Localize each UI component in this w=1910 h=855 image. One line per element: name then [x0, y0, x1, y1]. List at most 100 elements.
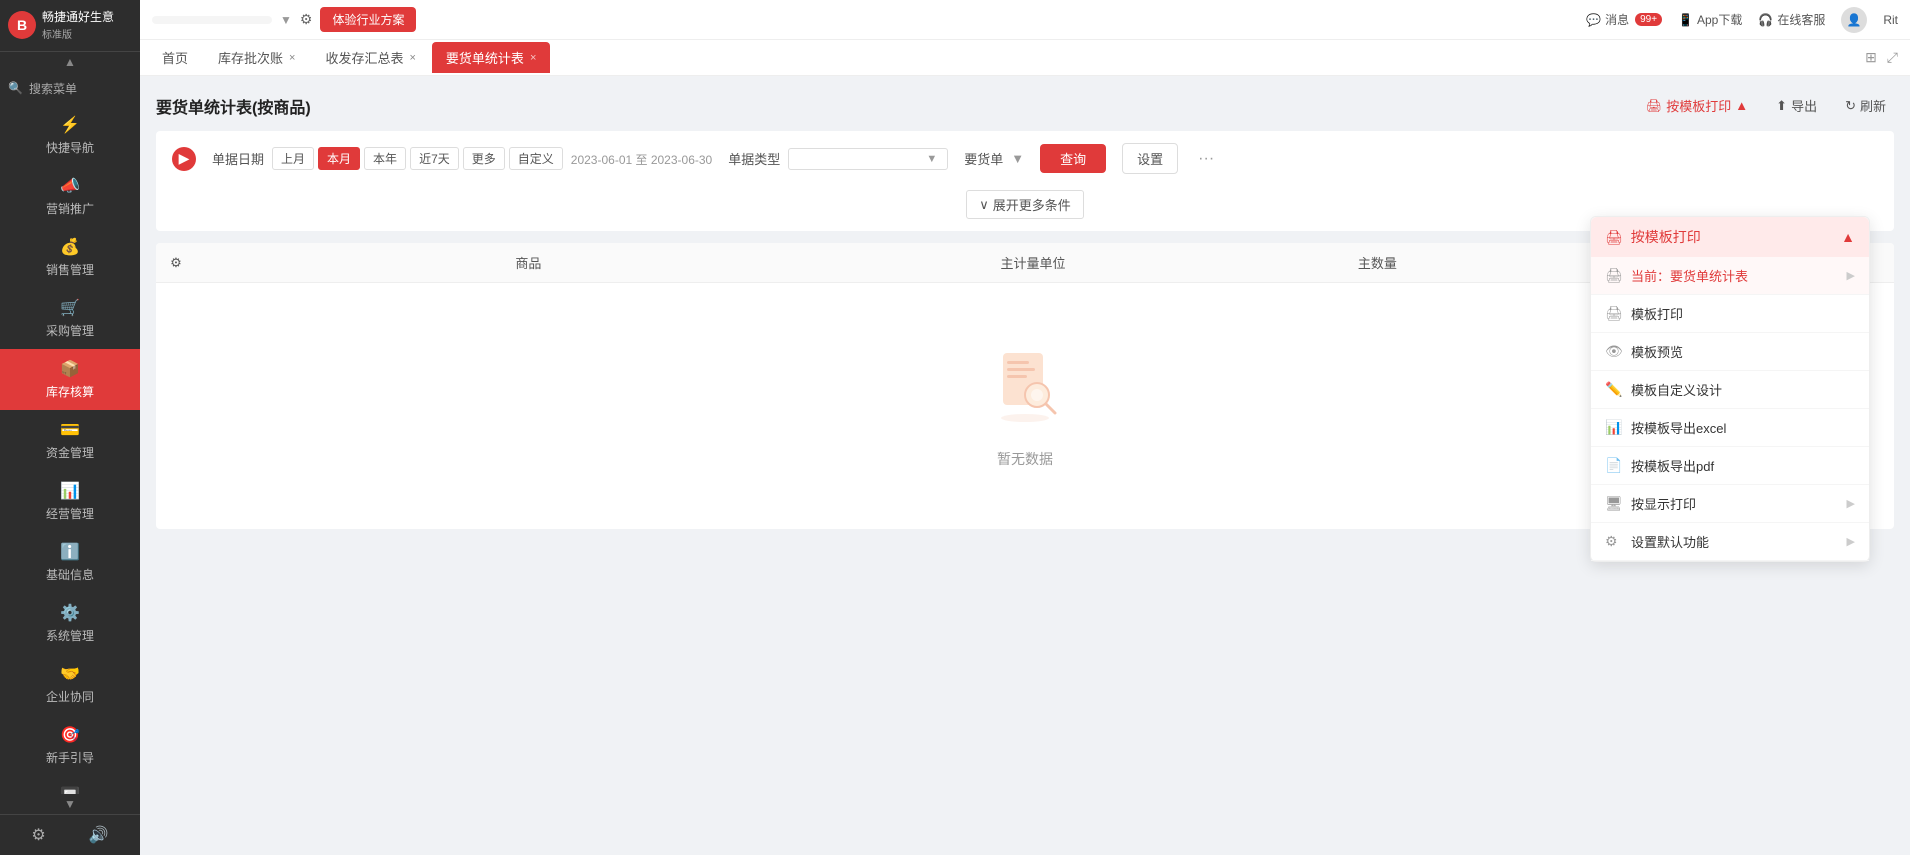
current-template-arrow: ▶	[1847, 269, 1855, 282]
download-icon: 📱	[1678, 13, 1693, 27]
settings-btn[interactable]: 设置	[1122, 143, 1178, 174]
apps-icon: 🔲	[60, 786, 80, 794]
date-btn-more[interactable]: 更多	[463, 147, 505, 170]
dropdown-item-set-default[interactable]: ⚙ 设置默认功能 ▶	[1591, 523, 1869, 561]
th-unit: 主计量单位	[861, 253, 1205, 272]
online-service-btn[interactable]: 🎧 在线客服	[1758, 11, 1825, 28]
tab-expand-btn[interactable]: ⊞	[1861, 45, 1881, 70]
print-dropdown-icon: 🖨	[1605, 229, 1623, 246]
print-dropdown-close-icon[interactable]: ▲	[1841, 229, 1855, 245]
sidebar-item-label: 新手引导	[46, 749, 94, 766]
refresh-btn[interactable]: ↻ 刷新	[1837, 92, 1894, 119]
date-btn-custom[interactable]: 自定义	[509, 147, 563, 170]
message-icon: 💬	[1586, 13, 1601, 27]
printer-icon: 🖨	[1646, 98, 1663, 114]
scroll-up-btn[interactable]: ▲	[0, 52, 140, 72]
dropdown-item-export-pdf[interactable]: 📄 按模板导出pdf	[1591, 447, 1869, 485]
current-template-label: 当前：要货单统计表	[1631, 266, 1748, 285]
topbar-gear-icon[interactable]: ⚙	[300, 11, 313, 28]
tab-order-stats-close[interactable]: ×	[530, 52, 536, 64]
th-product: 商品	[196, 253, 861, 272]
dropdown-item-export-excel[interactable]: 📊 按模板导出excel	[1591, 409, 1869, 447]
more-options-icon[interactable]: ···	[1198, 150, 1214, 168]
scroll-down-btn[interactable]: ▼	[0, 794, 140, 814]
avatar-icon: 👤	[1847, 13, 1862, 27]
tab-maximize-btn[interactable]: ⤢	[1883, 45, 1902, 70]
expand-more-label: 展开更多条件	[993, 195, 1071, 214]
app-download-label: App下载	[1697, 11, 1742, 28]
settings-icon[interactable]: ⚙	[31, 825, 45, 845]
tab-home[interactable]: 首页	[148, 42, 202, 73]
dropdown-item-template-design[interactable]: ✏️ 模板自定义设计	[1591, 371, 1869, 409]
finance-icon: 💳	[60, 420, 80, 440]
sidebar-item-collab[interactable]: 🤝 企业协同	[0, 654, 140, 715]
dropdown-item-template-preview[interactable]: 👁 模板预览	[1591, 333, 1869, 371]
topbar-search[interactable]	[152, 16, 272, 24]
th-settings[interactable]: ⚙	[156, 255, 196, 271]
tab-order-stats[interactable]: 要货单统计表 ×	[432, 42, 550, 73]
tab-inventory-batch-close[interactable]: ×	[289, 52, 295, 64]
sidebar-item-label: 基础信息	[46, 566, 94, 583]
sidebar-item-finance[interactable]: 💳 资金管理	[0, 410, 140, 471]
collab-icon: 🤝	[60, 664, 80, 684]
sidebar-item-apps[interactable]: 🔲 应用中心	[0, 776, 140, 794]
filter-toggle-btn[interactable]: ▶	[172, 147, 196, 171]
sidebar-item-inventory[interactable]: 📦 库存核算	[0, 349, 140, 410]
sidebar-item-purchase[interactable]: 🛒 采购管理	[0, 288, 140, 349]
doc-type-filter-group: 单据类型 ▼	[728, 148, 948, 170]
export-btn[interactable]: ⬆ 导出	[1768, 92, 1825, 119]
tab-inventory-batch[interactable]: 库存批次账 ×	[204, 42, 309, 73]
avatar[interactable]: 👤	[1841, 7, 1867, 33]
sidebar-item-system[interactable]: ⚙️ 系统管理	[0, 593, 140, 654]
sidebar-item-label: 系统管理	[46, 627, 94, 644]
sound-icon[interactable]: 🔊	[89, 825, 109, 845]
empty-text: 暂无数据	[997, 449, 1053, 469]
sidebar-item-quick-nav[interactable]: ⚡ 快捷导航	[0, 105, 140, 166]
order-type-icon: ▼	[1011, 151, 1024, 166]
tab-receivables-summary-close[interactable]: ×	[409, 52, 415, 64]
sidebar-item-sales[interactable]: 💰 销售管理	[0, 227, 140, 288]
tab-receivables-summary[interactable]: 收发存汇总表 ×	[311, 42, 429, 73]
date-btn-last-month[interactable]: 上月	[272, 147, 314, 170]
dropdown-item-display-print[interactable]: 🖥 按显示打印 ▶	[1591, 485, 1869, 523]
topbar: ▼ ⚙ 体验行业方案 💬 消息 99+ 📱 App下载 🎧 在线客服 👤 Rit	[140, 0, 1910, 40]
dropdown-item-template-print[interactable]: 🖨 模板打印	[1591, 295, 1869, 333]
sidebar-item-label: 经营管理	[46, 505, 94, 522]
sidebar-item-label: 企业协同	[46, 688, 94, 705]
template-print-icon: 🖨	[1605, 305, 1621, 322]
dropdown-header: 🖨 按模板打印 ▲	[1591, 217, 1869, 257]
doc-type-label: 单据类型	[728, 149, 780, 168]
print-chevron-up-icon: ▲	[1735, 98, 1748, 113]
message-btn[interactable]: 💬 消息 99+	[1586, 11, 1662, 28]
inventory-icon: 📦	[60, 359, 80, 379]
export-excel-label: 按模板导出excel	[1631, 418, 1726, 437]
print-template-btn[interactable]: 🖨 按模板打印 ▲	[1638, 92, 1756, 119]
date-btn-this-month[interactable]: 本月	[318, 147, 360, 170]
topbar-chevron-icon[interactable]: ▼	[280, 13, 292, 27]
sidebar-item-basic[interactable]: ℹ️ 基础信息	[0, 532, 140, 593]
doc-type-select[interactable]: ▼	[788, 148, 948, 170]
app-download-btn[interactable]: 📱 App下载	[1678, 11, 1742, 28]
query-btn[interactable]: 查询	[1040, 144, 1106, 173]
app-name: 畅捷通好生意	[42, 10, 114, 26]
sidebar-bottom: ⚙ 🔊	[0, 814, 140, 855]
current-template-item[interactable]: 🖨 当前：要货单统计表 ▶	[1591, 257, 1869, 295]
tab-inventory-batch-label: 库存批次账	[218, 48, 283, 67]
sidebar-item-marketing[interactable]: 📣 营销推广	[0, 166, 140, 227]
date-btn-7days[interactable]: 近7天	[410, 147, 459, 170]
sidebar-item-operation[interactable]: 📊 经营管理	[0, 471, 140, 532]
set-default-label: 设置默认功能	[1631, 532, 1709, 551]
sidebar-item-guide[interactable]: 🎯 新手引导	[0, 715, 140, 776]
app-version: 标准版	[42, 26, 114, 41]
username[interactable]: Rit	[1883, 13, 1898, 27]
guide-icon: 🎯	[60, 725, 80, 745]
display-print-arrow: ▶	[1847, 497, 1855, 510]
sidebar-search[interactable]: 🔍 搜索菜单	[0, 72, 140, 105]
marketing-icon: 📣	[60, 176, 80, 196]
date-btn-this-year[interactable]: 本年	[364, 147, 406, 170]
experience-btn[interactable]: 体验行业方案	[320, 7, 416, 32]
expand-more-btn[interactable]: ∨ 展开更多条件	[966, 190, 1084, 219]
operation-icon: 📊	[60, 481, 80, 501]
display-print-icon: 🖥	[1605, 495, 1621, 512]
quick-nav-icon: ⚡	[60, 115, 80, 135]
